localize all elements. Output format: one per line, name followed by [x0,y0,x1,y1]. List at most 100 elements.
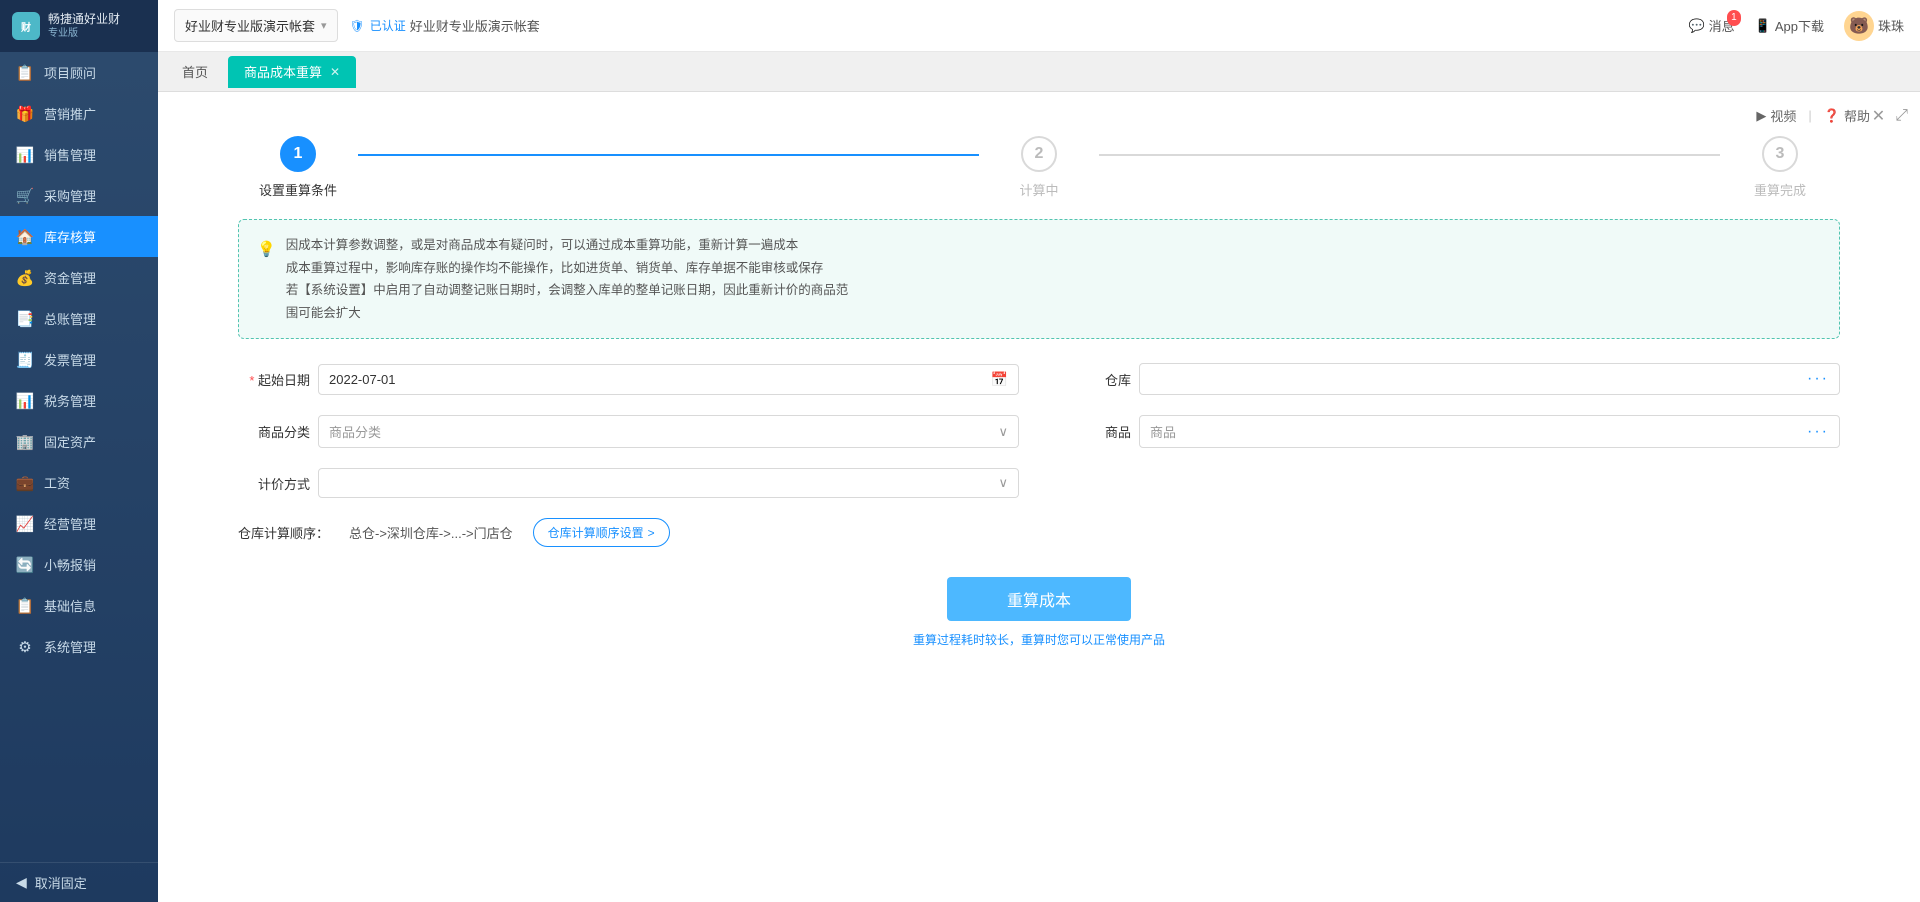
sidebar-logo: 财 畅捷通好业财 专业版 [0,0,158,52]
pricing-chevron-icon: ∨ [998,475,1008,491]
close-window-button[interactable]: ✕ [1872,106,1885,126]
start-date-input[interactable]: 2022-07-01 📅 [318,364,1019,395]
sidebar-label-purchase: 采购管理 [44,186,96,205]
sidebar-item-ops[interactable]: 📈 经营管理 [0,503,158,544]
app-download-label: App下载 [1775,16,1824,35]
sidebar-item-inventory[interactable]: 🏠 库存核算 [0,216,158,257]
form-row-1: 起始日期 2022-07-01 📅 仓库 ··· [238,363,1840,395]
start-date-field: 起始日期 2022-07-01 📅 [238,364,1019,395]
sidebar-item-purchase[interactable]: 🛒 采购管理 [0,175,158,216]
submit-section: 重算成本 重算过程耗时较长，重算时您可以正常使用产品 [158,577,1920,648]
warehouse-field: 仓库 ··· [1059,363,1840,395]
sidebar-unpin-button[interactable]: ◀ 取消固定 [0,862,158,902]
start-date-value: 2022-07-01 [329,372,991,387]
shield-icon: 🛡 [350,19,365,33]
warehouse-order-settings-button[interactable]: 仓库计算顺序设置 > [533,518,670,547]
warehouse-order-chevron-icon: > [648,526,655,540]
step-3: 3 重算完成 [1720,136,1840,199]
step-3-label: 重算完成 [1754,180,1806,199]
window-controls: ✕ ⤢ [1872,106,1908,126]
pricing-field: 计价方式 ∨ [238,468,1019,498]
expand-window-button[interactable]: ⤢ [1895,107,1908,125]
sidebar-item-project[interactable]: 📋 项目顾问 [0,52,158,93]
category-chevron-icon: ∨ [998,424,1008,440]
category-select[interactable]: 商品分类 ∨ [318,415,1019,448]
tab-recalc-close[interactable]: ✕ [330,65,340,79]
category-label: 商品分类 [238,422,318,441]
warehouse-input[interactable]: ··· [1139,363,1840,395]
sidebar-label-invoice: 发票管理 [44,350,96,369]
form-row-2: 商品分类 商品分类 ∨ 商品 商品 ··· [238,415,1840,448]
sidebar-icon-ledger: 📑 [16,310,34,328]
sidebar-item-assets[interactable]: 🏢 固定资产 [0,421,158,462]
user-avatar: 🐻 [1844,11,1874,41]
sidebar-item-marketing[interactable]: 🎁 营销推广 [0,93,158,134]
sidebar-item-sales[interactable]: 📊 销售管理 [0,134,158,175]
sidebar-icon-tax: 📊 [16,392,34,410]
sidebar-item-ledger[interactable]: 📑 总账管理 [0,298,158,339]
account-selector[interactable]: 好业财专业版演示帐套 ▾ [174,9,338,42]
product-input[interactable]: 商品 ··· [1139,415,1840,448]
sidebar-label-ops: 经营管理 [44,514,96,533]
step-1-circle: 1 [280,136,316,172]
notification-badge: 1 [1727,10,1741,26]
step-1: 1 设置重算条件 [238,136,358,199]
sidebar-item-finance[interactable]: 💰 资金管理 [0,257,158,298]
sidebar-label-finance: 资金管理 [44,268,96,287]
tab-recalc[interactable]: 商品成本重算 ✕ [228,56,356,88]
sidebar-item-tax[interactable]: 📊 税务管理 [0,380,158,421]
sidebar-item-system[interactable]: ⚙ 系统管理 [0,626,158,667]
sidebar-icon-marketing: 🎁 [16,105,34,123]
sidebar-item-payroll[interactable]: 💼 工资 [0,462,158,503]
video-link[interactable]: ▶ 视频 [1756,106,1796,125]
step-connector-2 [1099,154,1720,156]
sidebar-icon-payroll: 💼 [16,474,34,492]
product-placeholder: 商品 [1150,422,1807,441]
tab-recalc-label: 商品成本重算 [244,62,322,81]
app-logo-icon: 财 [12,12,40,40]
app-download-button[interactable]: 📱 App下载 [1755,16,1824,35]
sidebar-item-expense[interactable]: 🔄 小畅报销 [0,544,158,585]
sidebar-item-invoice[interactable]: 🧾 发票管理 [0,339,158,380]
sidebar-nav: 📋 项目顾问 🎁 营销推广 📊 销售管理 🛒 采购管理 🏠 库存核算 💰 资金管… [0,52,158,862]
content-area: ▶ 视频 | ❓ 帮助 ✕ ⤢ 1 设置重算条件 2 计算中 [158,92,1920,902]
content-top-actions: ▶ 视频 | ❓ 帮助 [1756,106,1870,125]
sidebar-label-project: 项目顾问 [44,63,96,82]
pricing-label: 计价方式 [238,474,318,493]
sidebar-label-marketing: 营销推广 [44,104,96,123]
steps: 1 设置重算条件 2 计算中 3 重算完成 [158,116,1920,219]
sidebar-icon-basic: 📋 [16,597,34,615]
recalculate-button[interactable]: 重算成本 [947,577,1131,621]
sidebar-item-basic[interactable]: 📋 基础信息 [0,585,158,626]
calendar-icon[interactable]: 📅 [991,371,1008,388]
submit-hint: 重算过程耗时较长，重算时您可以正常使用产品 [913,631,1165,648]
step-1-label: 设置重算条件 [259,180,337,199]
sidebar-label-payroll: 工资 [44,473,70,492]
form-row-3: 计价方式 ∨ [238,468,1840,498]
start-date-label: 起始日期 [238,370,318,389]
help-link[interactable]: ❓ 帮助 [1824,106,1870,125]
pricing-select[interactable]: ∨ [318,468,1019,498]
unpin-label: 取消固定 [35,873,87,892]
product-label: 商品 [1059,422,1139,441]
category-field: 商品分类 商品分类 ∨ [238,415,1019,448]
step-3-circle: 3 [1762,136,1798,172]
tabbar: 首页 商品成本重算 ✕ [158,52,1920,92]
user-profile-button[interactable]: 🐻 珠珠 [1844,11,1904,41]
sidebar-icon-assets: 🏢 [16,433,34,451]
warehouse-order-label: 仓库计算顺序： [238,523,337,542]
topbar-actions: 💬 消息 1 📱 App下载 🐻 珠珠 [1688,11,1904,41]
sidebar-icon-ops: 📈 [16,515,34,533]
sidebar: 财 畅捷通好业财 专业版 📋 项目顾问 🎁 营销推广 📊 销售管理 🛒 采购管理… [0,0,158,902]
play-icon: ▶ [1756,108,1766,124]
tab-home[interactable]: 首页 [166,56,224,88]
step-2: 2 计算中 [979,136,1099,199]
info-icon: 💡 [257,236,276,324]
help-icon: ❓ [1824,108,1840,124]
phone-icon: 📱 [1755,18,1771,34]
account-selector-label: 好业财专业版演示帐套 [185,16,315,35]
message-button[interactable]: 💬 消息 1 [1688,16,1734,35]
help-label: 帮助 [1844,106,1870,125]
app-logo-text: 畅捷通好业财 专业版 [48,12,120,41]
product-field: 商品 商品 ··· [1059,415,1840,448]
